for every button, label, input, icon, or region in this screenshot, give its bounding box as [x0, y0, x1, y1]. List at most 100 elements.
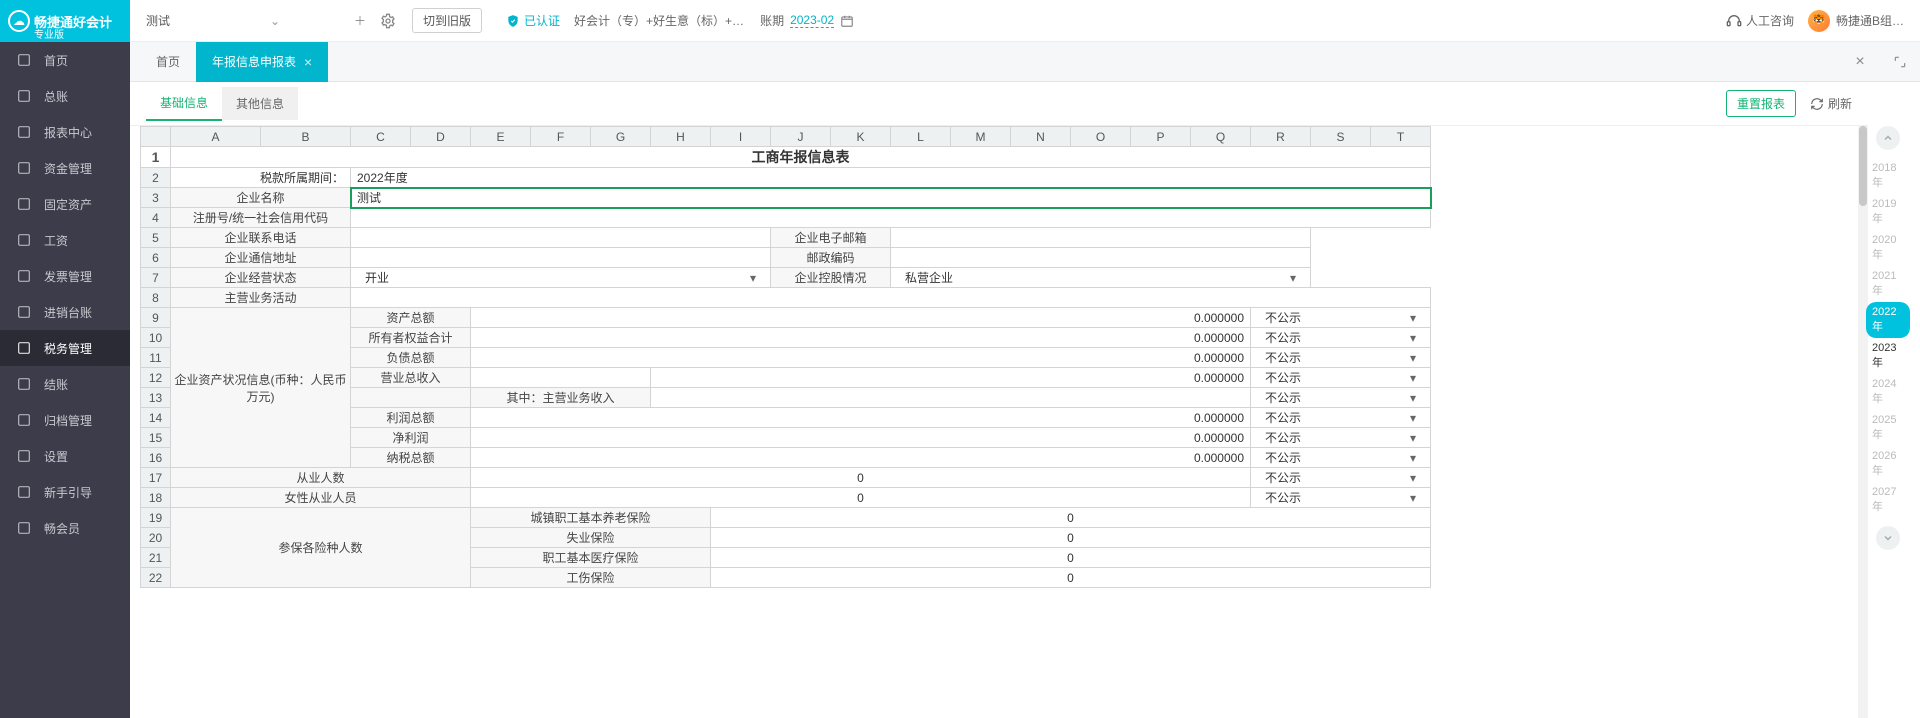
row-header[interactable]: 22	[141, 568, 171, 588]
period-value[interactable]: 2022年度	[351, 168, 1431, 188]
reset-report-button[interactable]: 重置报表	[1726, 90, 1796, 117]
year-up-button[interactable]	[1876, 126, 1900, 150]
switch-old-version-button[interactable]: 切到旧版	[412, 8, 482, 33]
cell-value[interactable]: 0	[471, 468, 1251, 488]
year-item[interactable]: 2020年	[1866, 230, 1910, 266]
year-item[interactable]: 2019年	[1866, 194, 1910, 230]
dropdown-cell[interactable]: 不公示▾	[1251, 488, 1431, 508]
cell-value[interactable]	[471, 368, 651, 388]
calendar-icon[interactable]	[840, 14, 854, 28]
dropdown-cell[interactable]: 开业▾	[351, 268, 771, 288]
row-header[interactable]: 21	[141, 548, 171, 568]
dropdown-cell[interactable]: 私营企业▾	[891, 268, 1311, 288]
dropdown-cell[interactable]: 不公示▾	[1251, 448, 1431, 468]
row-header[interactable]: 13	[141, 388, 171, 408]
cell-value[interactable]	[651, 388, 1251, 408]
cell-value[interactable]: 0.000000	[651, 368, 1251, 388]
year-item[interactable]: 2026年	[1866, 446, 1910, 482]
col-header[interactable]: E	[471, 127, 531, 147]
row-header[interactable]: 17	[141, 468, 171, 488]
nav-item-12[interactable]: 新手引导	[0, 474, 130, 510]
cell-value[interactable]	[351, 248, 771, 268]
cell-value[interactable]: 0.000000	[471, 428, 1251, 448]
cell-value[interactable]: 0.000000	[471, 408, 1251, 428]
col-header[interactable]: R	[1251, 127, 1311, 147]
nav-item-13[interactable]: 畅会员	[0, 510, 130, 546]
nav-item-7[interactable]: 进销台账	[0, 294, 130, 330]
dropdown-cell[interactable]: 不公示▾	[1251, 308, 1431, 328]
settings-gear-icon[interactable]	[374, 7, 402, 35]
dropdown-cell[interactable]: 不公示▾	[1251, 468, 1431, 488]
subtab-other-info[interactable]: 其他信息	[222, 87, 298, 120]
cell-value[interactable]	[351, 208, 1431, 228]
period-picker[interactable]: 2023-02	[790, 13, 834, 28]
row-header[interactable]: 9	[141, 308, 171, 328]
nav-item-10[interactable]: 归档管理	[0, 402, 130, 438]
col-header[interactable]: S	[1311, 127, 1371, 147]
col-header[interactable]: D	[411, 127, 471, 147]
year-item[interactable]: 2021年	[1866, 266, 1910, 302]
nav-item-9[interactable]: 结账	[0, 366, 130, 402]
col-header[interactable]: O	[1071, 127, 1131, 147]
row-header[interactable]: 10	[141, 328, 171, 348]
col-header[interactable]: L	[891, 127, 951, 147]
row-header[interactable]: 4	[141, 208, 171, 228]
row-header[interactable]: 5	[141, 228, 171, 248]
row-header[interactable]: 8	[141, 288, 171, 308]
row-header[interactable]: 16	[141, 448, 171, 468]
cell-value[interactable]: 0	[711, 548, 1431, 568]
row-header[interactable]: 19	[141, 508, 171, 528]
col-header[interactable]: A	[171, 127, 261, 147]
tab-annual-report[interactable]: 年报信息申报表 ×	[196, 42, 328, 82]
cell-value[interactable]	[891, 248, 1311, 268]
col-header[interactable]: Q	[1191, 127, 1251, 147]
nav-item-1[interactable]: 总账	[0, 78, 130, 114]
row-header[interactable]: 6	[141, 248, 171, 268]
cell-value[interactable]: 0.000000	[471, 328, 1251, 348]
year-item[interactable]: 2027年	[1866, 482, 1910, 518]
year-item[interactable]: 2023年	[1866, 338, 1910, 374]
row-header[interactable]: 11	[141, 348, 171, 368]
row-header[interactable]: 15	[141, 428, 171, 448]
nav-item-0[interactable]: 首页	[0, 42, 130, 78]
cell-value[interactable]: 0.000000	[471, 308, 1251, 328]
account-select[interactable]: 测试 ⌄	[146, 12, 346, 29]
user-menu[interactable]: 🐯 畅捷通B组…	[1808, 10, 1904, 32]
nav-item-4[interactable]: 固定资产	[0, 186, 130, 222]
row-header[interactable]: 20	[141, 528, 171, 548]
col-header[interactable]: N	[1011, 127, 1071, 147]
col-header[interactable]: M	[951, 127, 1011, 147]
row-header[interactable]: 18	[141, 488, 171, 508]
add-account-button[interactable]: ＋	[346, 7, 374, 35]
nav-item-6[interactable]: 发票管理	[0, 258, 130, 294]
col-header[interactable]: H	[651, 127, 711, 147]
col-header[interactable]: J	[771, 127, 831, 147]
expand-icon[interactable]	[1880, 42, 1920, 82]
year-down-button[interactable]	[1876, 526, 1900, 550]
col-header[interactable]: B	[261, 127, 351, 147]
cell-value[interactable]	[351, 228, 771, 248]
row-header[interactable]: 3	[141, 188, 171, 208]
year-item[interactable]: 2022年	[1866, 302, 1910, 338]
nav-item-11[interactable]: 设置	[0, 438, 130, 474]
corner-cell[interactable]	[141, 127, 171, 147]
col-header[interactable]: P	[1131, 127, 1191, 147]
close-all-tabs-button[interactable]: ×	[1840, 42, 1880, 82]
row-header[interactable]: 12	[141, 368, 171, 388]
row-header[interactable]: 14	[141, 408, 171, 428]
close-icon[interactable]: ×	[304, 54, 312, 70]
nav-item-2[interactable]: 报表中心	[0, 114, 130, 150]
col-header[interactable]: K	[831, 127, 891, 147]
cell-value[interactable]: 0	[471, 488, 1251, 508]
dropdown-cell[interactable]: 不公示▾	[1251, 428, 1431, 448]
cell-value[interactable]: 0.000000	[471, 448, 1251, 468]
col-header[interactable]: G	[591, 127, 651, 147]
cell-value[interactable]: 0.000000	[471, 348, 1251, 368]
nav-item-8[interactable]: 税务管理	[0, 330, 130, 366]
dropdown-cell[interactable]: 不公示▾	[1251, 388, 1431, 408]
row-header[interactable]: 1	[141, 147, 171, 168]
dropdown-cell[interactable]: 不公示▾	[1251, 368, 1431, 388]
refresh-button[interactable]: 刷新	[1810, 95, 1852, 112]
cell-value[interactable]: 0	[711, 508, 1431, 528]
dropdown-cell[interactable]: 不公示▾	[1251, 408, 1431, 428]
